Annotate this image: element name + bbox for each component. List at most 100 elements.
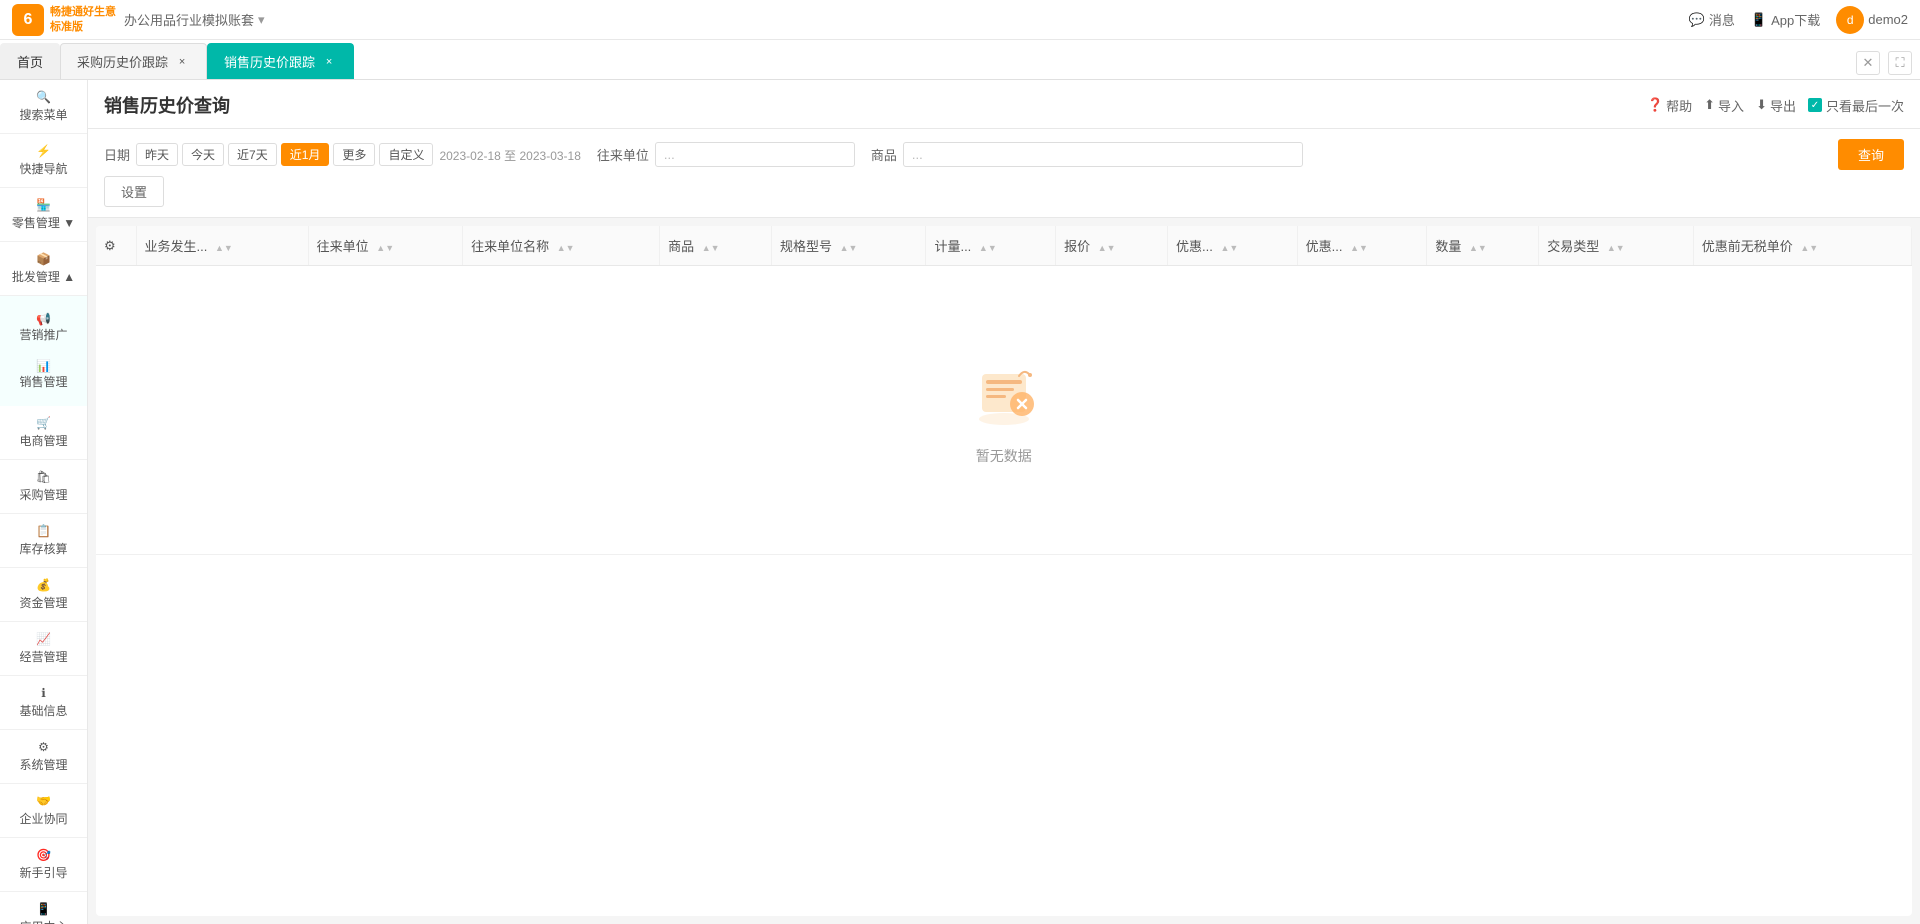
topbar-title[interactable]: 办公用品行业模拟账套 ▾ <box>124 10 265 29</box>
user-avatar: d <box>1836 6 1864 34</box>
sidebar-item-retail[interactable]: 🏪 零售管理 ▼ <box>0 188 87 242</box>
logo-text: 畅捷通好生意 标准版 <box>50 5 116 34</box>
empty-row: 暂无数据 <box>96 266 1912 555</box>
empty-state: 暂无数据 <box>104 274 1904 546</box>
page-title-row: 销售历史价查询 ❓ 帮助 ⬆ 导入 ⬇ 导出 ✓ <box>104 92 1904 118</box>
query-button[interactable]: 查询 <box>1838 139 1904 170</box>
sidebar-item-guide[interactable]: 🎯 新手引导 <box>0 838 87 892</box>
tab-sales-history[interactable]: 销售历史价跟踪 × <box>207 43 354 79</box>
logo-area: 6 畅捷通好生意 标准版 <box>12 4 116 36</box>
export-icon: ⬇ <box>1756 97 1767 113</box>
export-label: 导出 <box>1770 96 1796 115</box>
checkbox-icon: ✓ <box>1808 98 1822 112</box>
th-spec[interactable]: 规格型号 ▲▼ <box>772 226 926 266</box>
sidebar-item-wholesale[interactable]: 📦 批发管理 ▲ <box>0 242 87 296</box>
tab-purchase-close[interactable]: × <box>174 54 190 70</box>
logo-brand: 畅捷通好生意 <box>50 5 116 19</box>
th-trade-type[interactable]: 交易类型 ▲▼ <box>1539 226 1693 266</box>
table-header-row: ⚙ 业务发生... ▲▼ 往来单位 ▲▼ 往来单位名称 ▲▼ <box>96 226 1912 266</box>
gear-icon[interactable]: ⚙ <box>104 238 116 253</box>
sidebar-item-sales[interactable]: 📊 销售管理 <box>4 351 83 398</box>
tab-home[interactable]: 首页 <box>0 43 60 79</box>
user-area[interactable]: d demo2 <box>1836 6 1908 34</box>
sidebar-item-inventory[interactable]: 📋 库存核算 <box>0 514 87 568</box>
sort-unit: ▲▼ <box>979 243 997 253</box>
date-btn-yesterday[interactable]: 昨天 <box>136 143 178 166</box>
date-buttons: 昨天 今天 近7天 近1月 更多 自定义 <box>136 143 433 166</box>
import-icon: ⬆ <box>1704 97 1715 113</box>
date-btn-today[interactable]: 今天 <box>182 143 224 166</box>
partner-label: 往来单位 <box>597 145 649 164</box>
settings-button[interactable]: 设置 <box>104 176 164 207</box>
date-btn-custom[interactable]: 自定义 <box>379 143 433 166</box>
app-download-button[interactable]: 📱 App下载 <box>1751 10 1820 29</box>
app-center-icon: 📱 <box>36 902 51 916</box>
tab-purchase-history[interactable]: 采购历史价跟踪 × <box>60 43 207 79</box>
th-price[interactable]: 报价 ▲▼ <box>1056 226 1168 266</box>
partner-input[interactable]: ... <box>655 142 855 167</box>
th-discount2[interactable]: 优惠... ▲▼ <box>1297 226 1427 266</box>
sidebar-app-label: 应用中心 <box>19 918 67 924</box>
filter-bar: 日期 昨天 今天 近7天 近1月 更多 自定义 2023-02-18 至 202… <box>88 129 1920 218</box>
tab-sales-close[interactable]: × <box>321 54 337 70</box>
sort-partner-code: ▲▼ <box>376 243 394 253</box>
only-last-checkbox[interactable]: ✓ 只看最后一次 <box>1808 96 1904 115</box>
th-price-label: 报价 <box>1064 239 1090 254</box>
import-button[interactable]: ⬆ 导入 <box>1704 96 1744 115</box>
sidebar-operations-label: 经营管理 <box>19 648 67 665</box>
date-btn-1month[interactable]: 近1月 <box>281 143 330 166</box>
th-biz-date-label: 业务发生... <box>145 239 208 254</box>
topbar: 6 畅捷通好生意 标准版 办公用品行业模拟账套 ▾ 💬 消息 📱 App下载 d… <box>0 0 1920 40</box>
topbar-dropdown-icon[interactable]: ▾ <box>258 12 265 28</box>
topbar-company: 办公用品行业模拟账套 <box>124 10 254 29</box>
help-button[interactable]: ❓ 帮助 <box>1647 96 1692 115</box>
message-button[interactable]: 💬 消息 <box>1689 10 1735 29</box>
content-area: 销售历史价查询 ❓ 帮助 ⬆ 导入 ⬇ 导出 ✓ <box>88 80 1920 924</box>
maximize-button[interactable]: ⛶ <box>1888 51 1912 75</box>
filter-row: 日期 昨天 今天 近7天 近1月 更多 自定义 2023-02-18 至 202… <box>104 139 1904 170</box>
message-icon: 💬 <box>1689 12 1705 28</box>
th-goods[interactable]: 商品 ▲▼ <box>660 226 772 266</box>
help-icon: ❓ <box>1647 97 1663 113</box>
th-partner-name-label: 往来单位名称 <box>471 239 549 254</box>
close-all-button[interactable]: ✕ <box>1856 51 1880 75</box>
date-btn-7days[interactable]: 近7天 <box>228 143 277 166</box>
sidebar-item-marketing[interactable]: 📢 营销推广 <box>4 304 83 351</box>
sidebar-finance-label: 资金管理 <box>19 594 67 611</box>
sidebar-item-enterprise-coop[interactable]: 🤝 企业协同 <box>0 784 87 838</box>
th-discount1[interactable]: 优惠... ▲▼ <box>1168 226 1298 266</box>
th-discount2-label: 优惠... <box>1306 239 1343 254</box>
th-trade-type-label: 交易类型 <box>1547 239 1599 254</box>
th-unit[interactable]: 计量... ▲▼ <box>926 226 1056 266</box>
tabbar: 首页 采购历史价跟踪 × 销售历史价跟踪 × ✕ ⛶ <box>0 40 1920 80</box>
date-btn-more[interactable]: 更多 <box>333 143 375 166</box>
sidebar-item-system[interactable]: ⚙ 系统管理 <box>0 730 87 784</box>
goods-input[interactable]: ... <box>903 142 1303 167</box>
message-label: 消息 <box>1709 10 1735 29</box>
sidebar-search-label: 搜索菜单 <box>19 106 67 123</box>
date-range-text: 2023-02-18 至 2023-03-18 <box>439 147 580 164</box>
th-partner-name[interactable]: 往来单位名称 ▲▼ <box>463 226 660 266</box>
sort-quantity: ▲▼ <box>1469 243 1487 253</box>
sidebar-item-operations[interactable]: 📈 经营管理 <box>0 622 87 676</box>
sidebar-item-basic[interactable]: ℹ 基础信息 <box>0 676 87 730</box>
sidebar-item-ecommerce[interactable]: 🛒 电商管理 <box>0 406 87 460</box>
th-partner-code-label: 往来单位 <box>317 239 369 254</box>
sidebar-item-quicknav[interactable]: ⚡ 快捷导航 <box>0 134 87 188</box>
th-quantity[interactable]: 数量 ▲▼ <box>1427 226 1539 266</box>
th-partner-code[interactable]: 往来单位 ▲▼ <box>308 226 462 266</box>
th-pre-tax-price[interactable]: 优惠前无税单价 ▲▼ <box>1693 226 1911 266</box>
sidebar-wholesale-label: 批发管理 ▲ <box>12 268 75 285</box>
sidebar-inventory-label: 库存核算 <box>19 540 67 557</box>
th-biz-date[interactable]: 业务发生... ▲▼ <box>136 226 308 266</box>
sidebar-item-app[interactable]: 📱 应用中心 <box>0 892 87 924</box>
partner-value: ... <box>664 147 675 162</box>
wholesale-icon: 📦 <box>36 252 51 266</box>
sidebar-guide-label: 新手引导 <box>19 864 67 881</box>
sort-discount2: ▲▼ <box>1350 243 1368 253</box>
export-button[interactable]: ⬇ 导出 <box>1756 96 1796 115</box>
sidebar-item-search[interactable]: 🔍 搜索菜单 <box>0 80 87 134</box>
sidebar-item-finance[interactable]: 💰 资金管理 <box>0 568 87 622</box>
guide-icon: 🎯 <box>36 848 51 862</box>
sidebar-item-purchase[interactable]: 🛍 采购管理 <box>0 460 87 514</box>
